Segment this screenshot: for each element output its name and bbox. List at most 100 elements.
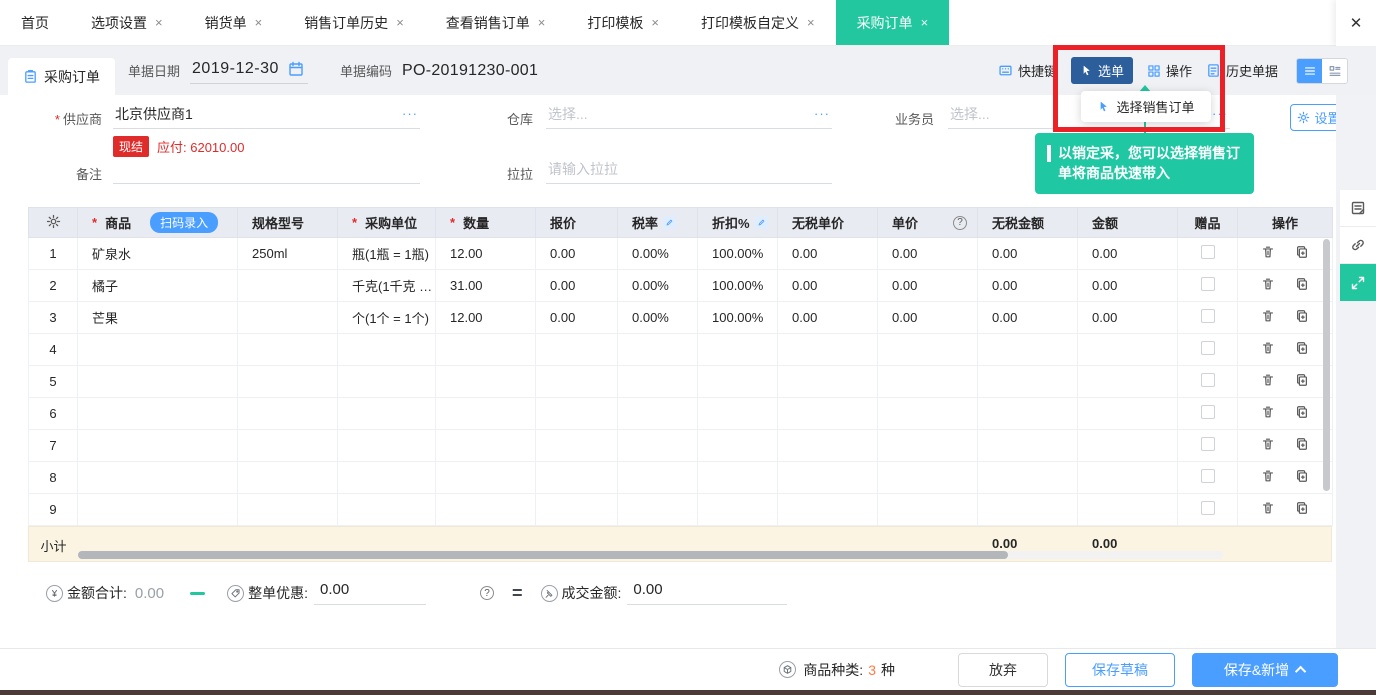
cell-amount_notax[interactable]	[977, 365, 1078, 398]
delete-row-icon[interactable]	[1261, 501, 1275, 515]
cell-discount[interactable]	[697, 429, 778, 462]
cell-amount[interactable]	[1077, 493, 1178, 526]
gift-checkbox[interactable]	[1200, 501, 1215, 515]
close-all-button[interactable]: ✕	[1336, 0, 1376, 46]
gear-icon[interactable]	[46, 214, 61, 229]
cell-amount[interactable]: 0.00	[1077, 237, 1178, 270]
cell-tax[interactable]	[617, 333, 698, 366]
cell-product[interactable]	[77, 397, 238, 430]
card-view-button[interactable]	[1322, 58, 1347, 83]
tab-7[interactable]: 打印模板自定义 ×	[680, 0, 836, 45]
gift-checkbox[interactable]	[1200, 437, 1215, 451]
col-header-gear[interactable]	[28, 207, 78, 238]
cell-unit[interactable]: 千克(1千克 …	[337, 269, 436, 302]
warehouse-field[interactable]: 选择... ···	[546, 103, 832, 129]
notes-button[interactable]	[1340, 190, 1376, 227]
cell-unit[interactable]: 个(1个 = 1个)	[337, 301, 436, 334]
shortcut-keys-button[interactable]: 快捷键	[998, 61, 1057, 80]
cell-discount[interactable]: 100.00%	[697, 301, 778, 334]
cell-amount[interactable]	[1077, 397, 1178, 430]
cell-quote[interactable]	[535, 333, 618, 366]
cell-spec[interactable]	[237, 429, 338, 462]
cell-tax[interactable]	[617, 365, 698, 398]
list-view-button[interactable]	[1297, 58, 1322, 83]
cell-product[interactable]: 矿泉水	[77, 237, 238, 270]
cell-price_notax[interactable]: 0.00	[777, 301, 878, 334]
cell-amount_notax[interactable]	[977, 461, 1078, 494]
cell-product[interactable]: 芒果	[77, 301, 238, 334]
cell-tax[interactable]: 0.00%	[617, 237, 698, 270]
cell-price_notax[interactable]	[777, 333, 878, 366]
scan-entry-badge[interactable]: 扫码录入	[150, 212, 219, 233]
tab-3[interactable]: 销货单 ×	[184, 0, 284, 45]
cell-quote[interactable]: 0.00	[535, 237, 618, 270]
tab-close-icon[interactable]: ×	[651, 15, 659, 30]
cell-quote[interactable]	[535, 397, 618, 430]
delete-row-icon[interactable]	[1261, 373, 1275, 387]
cell-qty[interactable]	[435, 429, 536, 462]
copy-row-icon[interactable]	[1295, 341, 1309, 355]
cell-product[interactable]	[77, 461, 238, 494]
select-order-dropdown[interactable]: 选择销售订单	[1081, 91, 1211, 122]
cell-unit[interactable]	[337, 429, 436, 462]
cell-qty[interactable]	[435, 365, 536, 398]
tab-8[interactable]: 采购订单 ×	[835, 0, 950, 45]
gift-checkbox[interactable]	[1200, 469, 1215, 483]
cell-amount[interactable]: 0.00	[1077, 269, 1178, 302]
cell-amount[interactable]	[1077, 333, 1178, 366]
cell-product[interactable]	[77, 429, 238, 462]
cell-price_notax[interactable]: 0.00	[777, 237, 878, 270]
copy-row-icon[interactable]	[1295, 309, 1309, 323]
cell-price[interactable]	[877, 333, 978, 366]
cell-price[interactable]: 0.00	[877, 301, 978, 334]
gift-checkbox[interactable]	[1200, 277, 1215, 291]
cell-unit[interactable]	[337, 333, 436, 366]
cell-amount[interactable]	[1077, 429, 1178, 462]
attachment-button[interactable]	[1340, 227, 1376, 264]
cell-qty[interactable]: 12.00	[435, 301, 536, 334]
cell-product[interactable]: 橘子	[77, 269, 238, 302]
cell-price_notax[interactable]	[777, 461, 878, 494]
cell-price[interactable]: 0.00	[877, 269, 978, 302]
doc-tab-purchase-order[interactable]: 采购订单	[8, 58, 115, 95]
remark-field[interactable]	[113, 158, 420, 184]
cell-unit[interactable]	[337, 493, 436, 526]
cell-price[interactable]	[877, 461, 978, 494]
lala-field[interactable]: 请输入拉拉	[546, 158, 832, 184]
cell-qty[interactable]	[435, 461, 536, 494]
cell-tax[interactable]: 0.00%	[617, 269, 698, 302]
cell-amount[interactable]	[1077, 365, 1178, 398]
cell-amount_notax[interactable]	[977, 333, 1078, 366]
supplier-more-button[interactable]: ···	[402, 106, 418, 121]
cell-tax[interactable]	[617, 397, 698, 430]
cell-discount[interactable]	[697, 397, 778, 430]
cell-spec[interactable]	[237, 269, 338, 302]
delete-row-icon[interactable]	[1261, 309, 1275, 323]
delete-row-icon[interactable]	[1261, 405, 1275, 419]
cell-price[interactable]	[877, 429, 978, 462]
cell-quote[interactable]: 0.00	[535, 269, 618, 302]
cell-spec[interactable]	[237, 301, 338, 334]
cell-unit[interactable]: 瓶(1瓶 = 1瓶)	[337, 237, 436, 270]
cell-price[interactable]: 0.00	[877, 237, 978, 270]
expand-button[interactable]	[1340, 264, 1376, 301]
gift-checkbox[interactable]	[1200, 341, 1215, 355]
cell-spec[interactable]	[237, 493, 338, 526]
cell-price_notax[interactable]	[777, 365, 878, 398]
cell-quote[interactable]	[535, 461, 618, 494]
copy-row-icon[interactable]	[1295, 373, 1309, 387]
cell-amount[interactable]	[1077, 461, 1178, 494]
cell-spec[interactable]	[237, 461, 338, 494]
cell-spec[interactable]	[237, 397, 338, 430]
horizontal-scrollbar-thumb[interactable]	[78, 551, 1008, 559]
cell-amount_notax[interactable]: 0.00	[977, 237, 1078, 270]
cell-amount_notax[interactable]	[977, 429, 1078, 462]
cell-quote[interactable]: 0.00	[535, 301, 618, 334]
cell-quote[interactable]	[535, 429, 618, 462]
discount-input[interactable]: 0.00	[313, 581, 426, 605]
cell-discount[interactable]: 100.00%	[697, 269, 778, 302]
copy-row-icon[interactable]	[1295, 501, 1309, 515]
gift-checkbox[interactable]	[1200, 373, 1215, 387]
cell-amount[interactable]: 0.00	[1077, 301, 1178, 334]
cell-tax[interactable]	[617, 493, 698, 526]
